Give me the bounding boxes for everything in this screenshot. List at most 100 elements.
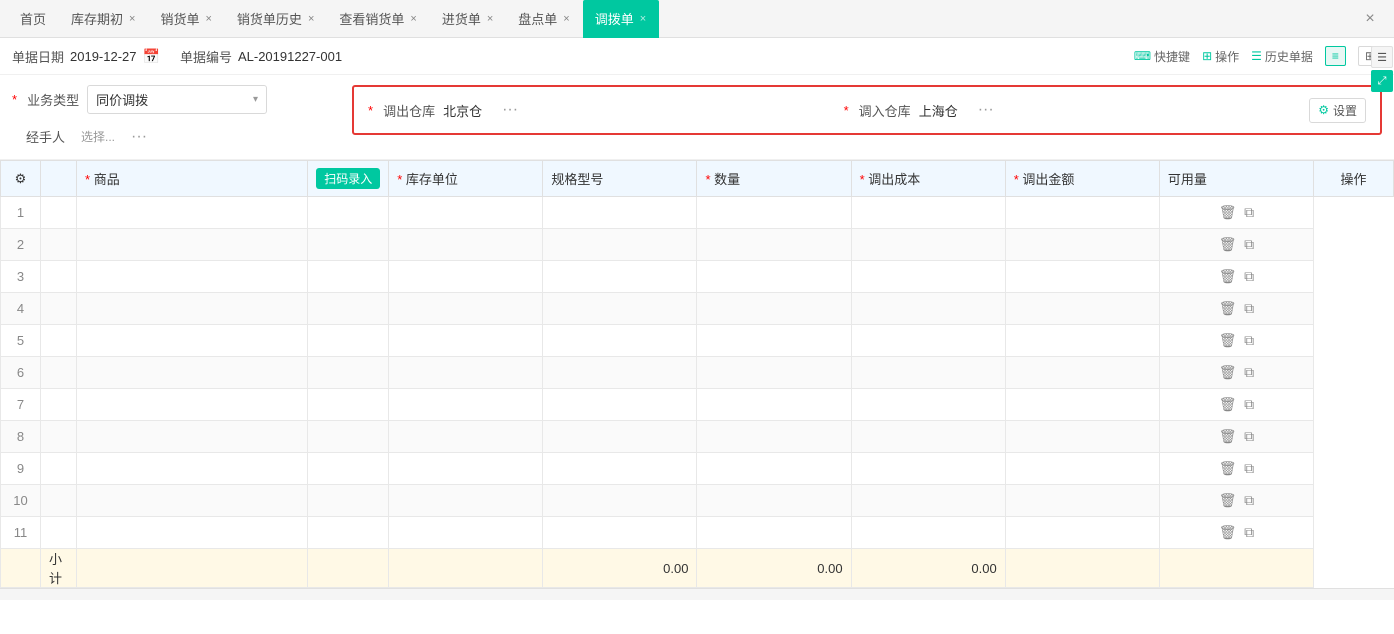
sidebar-list-icon: ☰ <box>1377 51 1387 64</box>
form-area: * 业务类型 同价调拨 ▾ 经手人 选择... ··· * 调出仓库 北京仓 ·… <box>0 75 1394 160</box>
business-type-value: 同价调拨 <box>96 90 148 109</box>
person-select-button[interactable]: 选择... <box>73 124 123 149</box>
table-header-unit: * 库存单位 <box>389 161 543 197</box>
delete-row-2[interactable]: 🗑 <box>1217 236 1239 253</box>
window-close-button[interactable]: × <box>1354 3 1386 35</box>
copy-row-4[interactable]: ⧉ <box>1242 300 1256 317</box>
operations-button[interactable]: ⊞ 操作 <box>1202 48 1239 65</box>
delete-row-3[interactable]: 🗑 <box>1217 268 1239 285</box>
operations-icon: ⊞ <box>1202 49 1212 63</box>
out-warehouse-required: * <box>368 103 373 118</box>
delete-row-5[interactable]: 🗑 <box>1217 332 1239 349</box>
delete-row-7[interactable]: 🗑 <box>1217 396 1239 413</box>
delete-row-8[interactable]: 🗑 <box>1217 428 1239 445</box>
sidebar-expand-button[interactable]: ⤢ <box>1371 70 1393 92</box>
subtotal-cost: 0.00 <box>697 549 851 588</box>
tab-home[interactable]: 首页 <box>8 0 59 38</box>
tab-sales-order[interactable]: 销货单 × <box>148 0 224 38</box>
table-row: 4 🗑 ⧉ <box>1 293 1394 325</box>
business-type-select[interactable]: 同价调拨 ▾ <box>87 85 267 114</box>
list-view-icon: ≡ <box>1332 49 1339 63</box>
shortcuts-button[interactable]: ⌨ 快捷键 <box>1134 48 1190 65</box>
in-warehouse-more-icon[interactable]: ··· <box>978 102 994 118</box>
in-warehouse-required: * <box>844 103 849 118</box>
table-container: ⚙ * 商品 扫码录入 * 库存单位 规格型号 <box>0 160 1394 634</box>
out-warehouse-label: 调出仓库 <box>383 101 435 120</box>
tab-transfer[interactable]: 调拨单 × <box>583 0 659 38</box>
delete-row-1[interactable]: 🗑 <box>1217 204 1239 221</box>
tab-view-sales[interactable]: 查看销货单 × <box>327 0 429 38</box>
copy-row-2[interactable]: ⧉ <box>1242 236 1256 253</box>
settings-label: 设置 <box>1333 102 1357 119</box>
table-header-quantity: * 数量 <box>697 161 851 197</box>
sidebar-list-button[interactable]: ☰ <box>1371 46 1393 68</box>
tab-inventory-init[interactable]: 库存期初 × <box>59 0 148 38</box>
table-header-ops: 操作 <box>1314 161 1394 197</box>
table-header-spec: 规格型号 <box>543 161 697 197</box>
table-header-cost: * 调出成本 <box>851 161 1005 197</box>
copy-row-6[interactable]: ⧉ <box>1242 364 1256 381</box>
table-settings-icon: ⚙ <box>15 171 27 186</box>
tab-inventory-check[interactable]: 盘点单 × <box>506 0 582 38</box>
in-warehouse-value: 上海仓 <box>919 101 958 120</box>
copy-row-7[interactable]: ⧉ <box>1242 396 1256 413</box>
table-header-scan: 扫码录入 <box>308 161 389 197</box>
view-toggle-list[interactable]: ≡ <box>1325 46 1346 66</box>
tab-sales-history[interactable]: 销货单历史 × <box>225 0 327 38</box>
copy-row-9[interactable]: ⧉ <box>1242 460 1256 477</box>
subtotal-amount: 0.00 <box>851 549 1005 588</box>
business-type-arrow: ▾ <box>253 94 258 105</box>
settings-gear-icon: ⚙ <box>1318 103 1329 117</box>
subtotal-row: 小计 0.00 0.00 0.00 <box>1 549 1394 588</box>
tab-close-view-sales[interactable]: × <box>410 13 416 25</box>
sidebar-expand-icon: ⤢ <box>1378 75 1387 88</box>
in-warehouse-field: * 调入仓库 上海仓 ··· <box>844 101 1300 120</box>
table-header-row-num <box>41 161 77 197</box>
delete-row-9[interactable]: 🗑 <box>1217 460 1239 477</box>
tab-close-inventory-init[interactable]: × <box>129 13 135 25</box>
copy-row-8[interactable]: ⧉ <box>1242 428 1256 445</box>
number-label: 单据编号 <box>180 47 232 66</box>
date-field: 单据日期 2019-12-27 📅 <box>12 47 160 66</box>
person-more-icon[interactable]: ··· <box>131 129 147 145</box>
calendar-icon[interactable]: 📅 <box>143 48 160 65</box>
scan-button[interactable]: 扫码录入 <box>316 168 380 189</box>
table-row: 6 🗑 ⧉ <box>1 357 1394 389</box>
history-icon: ☰ <box>1251 49 1262 63</box>
table-header-row: ⚙ * 商品 扫码录入 * 库存单位 规格型号 <box>1 161 1394 197</box>
delete-row-11[interactable]: 🗑 <box>1217 524 1239 541</box>
tab-close-purchase[interactable]: × <box>487 13 493 25</box>
subtotal-label: 小计 <box>41 549 77 588</box>
table-row: 1 🗑 ⧉ <box>1 197 1394 229</box>
table-row: 5 🗑 ⧉ <box>1 325 1394 357</box>
out-warehouse-value: 北京仓 <box>443 101 482 120</box>
table-row: 11 🗑 ⧉ <box>1 517 1394 549</box>
copy-row-3[interactable]: ⧉ <box>1242 268 1256 285</box>
delete-row-6[interactable]: 🗑 <box>1217 364 1239 381</box>
delete-row-4[interactable]: 🗑 <box>1217 300 1239 317</box>
tab-close-transfer[interactable]: × <box>640 13 646 25</box>
tab-bar: 首页 库存期初 × 销货单 × 销货单历史 × 查看销货单 × 进货单 × 盘点… <box>0 0 1394 38</box>
table-row: 9 🗑 ⧉ <box>1 453 1394 485</box>
settings-button[interactable]: ⚙ 设置 <box>1309 98 1366 123</box>
copy-row-1[interactable]: ⧉ <box>1242 204 1256 221</box>
warehouse-section: * 调出仓库 北京仓 ··· * 调入仓库 上海仓 ··· ⚙ 设置 <box>352 85 1382 135</box>
horizontal-scrollbar[interactable] <box>0 588 1394 600</box>
tab-close-sales-history[interactable]: × <box>308 13 314 25</box>
out-warehouse-more-icon[interactable]: ··· <box>502 102 518 118</box>
copy-row-5[interactable]: ⧉ <box>1242 332 1256 349</box>
table-row: 2 🗑 ⧉ <box>1 229 1394 261</box>
tab-purchase[interactable]: 进货单 × <box>430 0 506 38</box>
copy-row-11[interactable]: ⧉ <box>1242 524 1256 541</box>
number-field: 单据编号 AL-20191227-001 <box>180 47 342 66</box>
subtotal-quantity: 0.00 <box>543 549 697 588</box>
table-header-product: * 商品 <box>77 161 308 197</box>
delete-row-10[interactable]: 🗑 <box>1217 492 1239 509</box>
copy-row-10[interactable]: ⧉ <box>1242 492 1256 509</box>
person-field: 经手人 选择... ··· <box>12 124 332 149</box>
tab-close-inventory-check[interactable]: × <box>563 13 569 25</box>
table-header-gear[interactable]: ⚙ <box>1 161 41 197</box>
tab-close-sales-order[interactable]: × <box>205 13 211 25</box>
main-table: ⚙ * 商品 扫码录入 * 库存单位 规格型号 <box>0 160 1394 588</box>
history-button[interactable]: ☰ 历史单据 <box>1251 48 1313 65</box>
